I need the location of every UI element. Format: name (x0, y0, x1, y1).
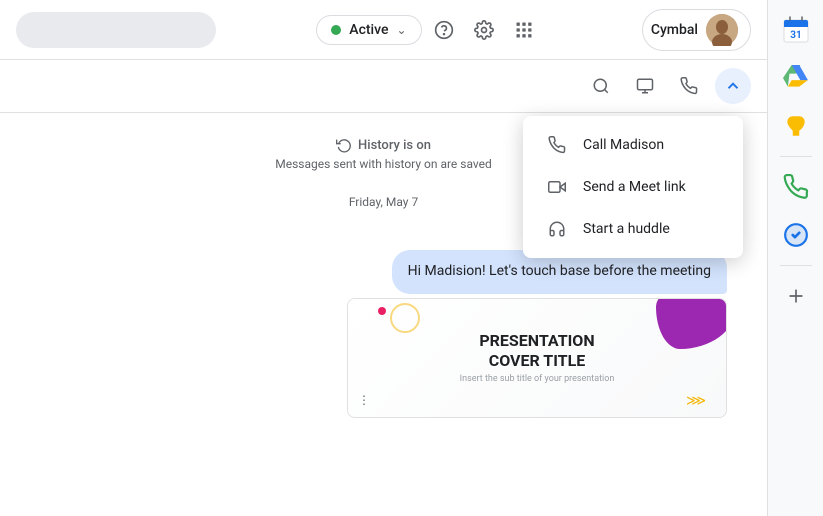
header-right: Cymbal (642, 9, 751, 51)
history-title: History is on (336, 137, 431, 153)
toolbar: Call Madison Send a Meet link (0, 60, 767, 113)
decoration-dot-pink (378, 307, 386, 315)
header-left (16, 12, 216, 48)
history-notice: History is on Messages sent with history… (275, 137, 492, 171)
search-toolbar-button[interactable] (583, 68, 619, 104)
send-meet-link-label: Send a Meet link (583, 179, 686, 195)
chevron-down-icon: ⌄ (396, 23, 406, 37)
presentation-subtitle: Insert the sub title of your presentatio… (460, 374, 615, 384)
phone-dropdown-icon (547, 136, 567, 154)
call-madison-item[interactable]: Call Madison (523, 124, 743, 166)
google-keep-icon[interactable] (776, 106, 816, 146)
decoration-dots: ⋮ (358, 393, 370, 407)
user-profile[interactable]: Cymbal (642, 9, 751, 51)
right-sidebar: 31 (767, 0, 823, 516)
presentation-content: PRESENTATION COVER TITLE Insert the sub … (348, 299, 726, 417)
sidebar-divider-2 (780, 265, 812, 266)
video-dropdown-icon (547, 178, 567, 196)
screen-share-button[interactable] (627, 68, 663, 104)
active-label: Active (349, 22, 388, 38)
start-huddle-item[interactable]: Start a huddle (523, 208, 743, 250)
start-huddle-label: Start a huddle (583, 221, 670, 237)
decoration-blob (656, 298, 727, 349)
add-app-button[interactable] (778, 278, 814, 314)
phone-button[interactable] (671, 68, 707, 104)
search-icon (592, 77, 610, 95)
header-center: Active ⌄ (316, 12, 541, 48)
apps-button[interactable] (506, 12, 542, 48)
svg-text:31: 31 (790, 30, 801, 41)
pres-title-line2: COVER TITLE (489, 351, 586, 370)
call-madison-label: Call Madison (583, 137, 664, 153)
settings-button[interactable] (466, 12, 502, 48)
decoration-arrows: ⋙ (686, 393, 706, 409)
message-row: You 3:27 PM Hi Madision! Let's touch bas… (40, 233, 727, 418)
plus-icon (786, 286, 806, 306)
presentation-card[interactable]: PRESENTATION COVER TITLE Insert the sub … (347, 298, 727, 418)
more-button[interactable] (715, 68, 751, 104)
help-icon (434, 20, 454, 40)
help-button[interactable] (426, 12, 462, 48)
google-tasks-icon[interactable] (776, 215, 816, 255)
google-drive-icon[interactable] (776, 58, 816, 98)
gear-icon (474, 20, 494, 40)
history-on-label: History is on (358, 138, 431, 153)
pres-title-line1: PRESENTATION (479, 331, 594, 350)
history-subtitle: Messages sent with history on are saved (275, 157, 492, 171)
user-name: Cymbal (651, 22, 698, 38)
screen-share-icon (636, 77, 654, 95)
header: Active ⌄ (0, 0, 767, 60)
active-dot (331, 25, 341, 35)
send-meet-link-item[interactable]: Send a Meet link (523, 166, 743, 208)
google-voice-icon[interactable] (776, 167, 816, 207)
decoration-circle (390, 303, 420, 333)
dropdown-menu: Call Madison Send a Meet link (523, 116, 743, 258)
active-status-badge[interactable]: Active ⌄ (316, 15, 421, 45)
headphones-dropdown-icon (547, 220, 567, 238)
presentation-title: PRESENTATION COVER TITLE (479, 331, 594, 369)
grid-icon (514, 20, 534, 40)
history-icon (336, 137, 352, 153)
avatar (706, 14, 738, 46)
date-label: Friday, May 7 (349, 195, 418, 209)
phone-icon (680, 77, 698, 95)
chevron-up-icon (724, 77, 742, 95)
sidebar-divider (780, 156, 812, 157)
search-bar (16, 12, 216, 48)
google-calendar-icon[interactable]: 31 (776, 10, 816, 50)
